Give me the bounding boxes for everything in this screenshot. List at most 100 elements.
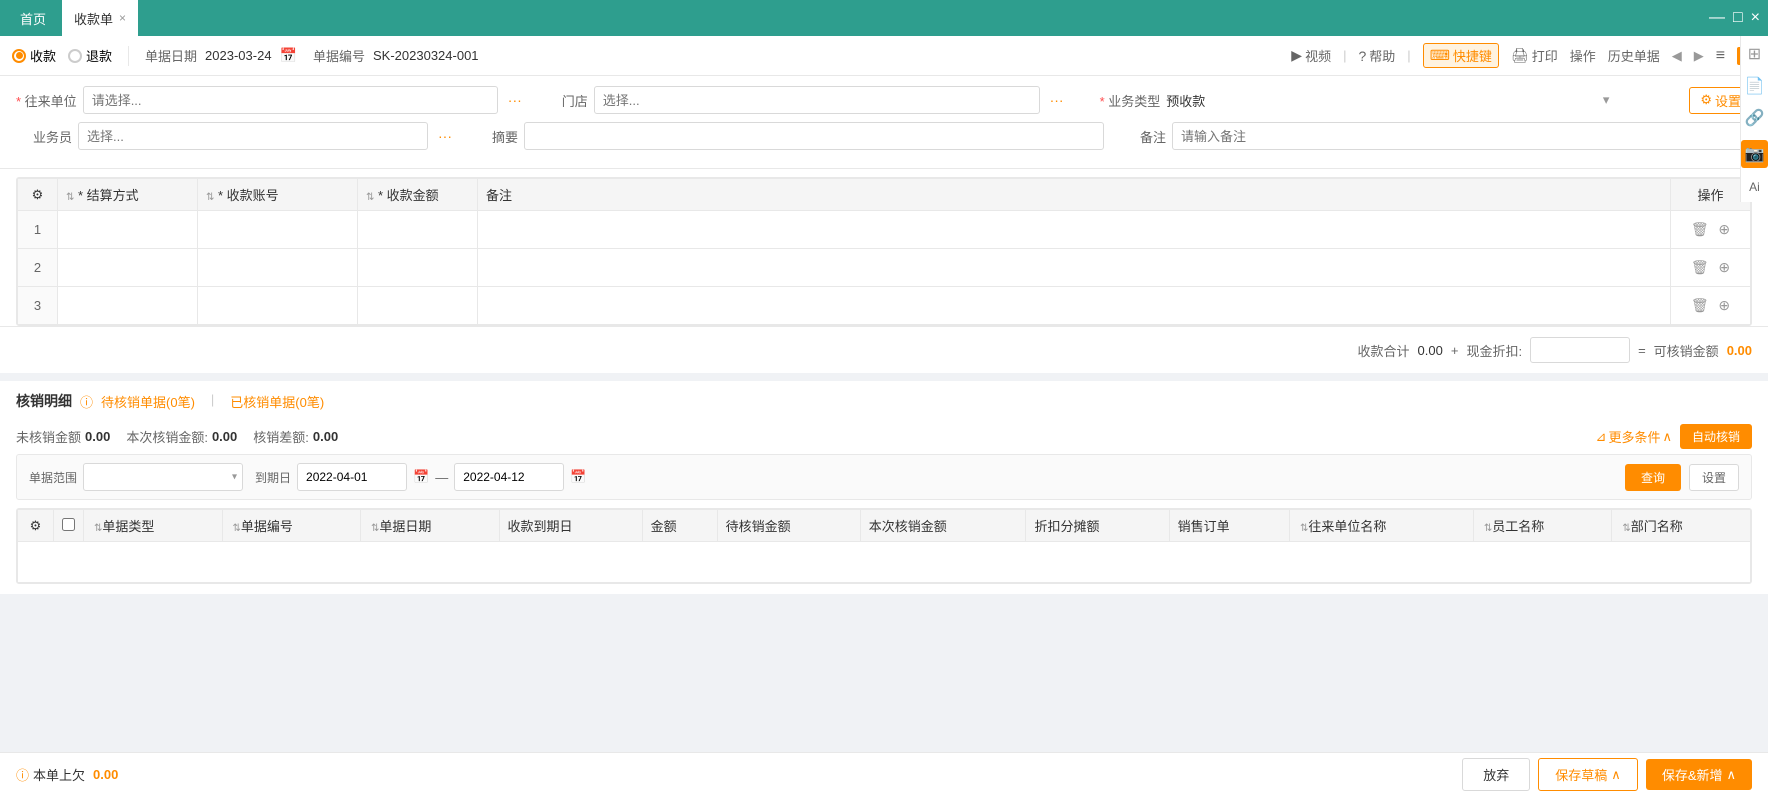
counterpart-input[interactable] — [83, 86, 498, 114]
amount-cell-2 — [358, 249, 478, 287]
amount-input-2[interactable] — [358, 249, 477, 286]
counterpart-more-btn[interactable]: ··· — [504, 92, 526, 108]
receipt-radio[interactable]: 收款 — [12, 46, 56, 65]
sidebar-link-icon[interactable]: 🔗 — [1745, 108, 1765, 128]
discount-input[interactable] — [1530, 337, 1630, 363]
help-btn[interactable]: ? 帮助 — [1358, 46, 1395, 65]
tab-home[interactable]: 首页 — [8, 0, 58, 36]
save-new-btn[interactable]: 保存&新增 ∧ — [1646, 759, 1752, 790]
note-input-1[interactable] — [478, 211, 1670, 248]
list-icon[interactable]: ≡ — [1716, 47, 1725, 65]
delete-row-2-icon[interactable]: 🗑 — [1691, 259, 1709, 275]
delete-row-1-icon[interactable]: 🗑 — [1691, 221, 1709, 237]
shortcut-icon: ⌨ — [1430, 47, 1450, 64]
dept-sort-icon: ⇅ — [1622, 523, 1630, 534]
done-tab[interactable]: 已核销单据(0笔) — [230, 392, 324, 411]
discard-btn[interactable]: 放弃 — [1462, 758, 1530, 791]
table-row: 2 🗑 ⊕ — [18, 249, 1751, 287]
discount-label: 现金折扣: — [1466, 341, 1522, 360]
note-cell-3 — [478, 287, 1671, 325]
draft-btn[interactable]: 保存草稿 ∧ — [1538, 758, 1638, 791]
writeoff-stats-row: 未核销金额 0.00 本次核销金额: 0.00 核销差额: 0.00 ⊿ 更多条… — [16, 419, 1752, 454]
print-icon: 🖨 — [1511, 47, 1529, 64]
query-btn[interactable]: 查询 — [1625, 464, 1681, 491]
number-value: SK-20230324-001 — [373, 48, 479, 63]
row-num-2: 2 — [18, 249, 58, 287]
delete-row-3-icon[interactable]: 🗑 — [1691, 297, 1709, 313]
due-date-start-input[interactable] — [297, 463, 407, 491]
summary-label: 摘要 — [488, 127, 518, 146]
end-date-calendar-icon[interactable]: 📅 — [570, 469, 586, 485]
unchecked-value: 0.00 — [85, 429, 110, 444]
history-btn[interactable]: 历史单据 — [1608, 46, 1660, 65]
close-icon[interactable]: × — [1751, 9, 1760, 27]
note-input-2[interactable] — [478, 249, 1670, 286]
start-date-calendar-icon[interactable]: 📅 — [413, 469, 429, 485]
business-type-dropdown[interactable]: ▾ — [1603, 92, 1610, 108]
salesperson-input[interactable] — [78, 122, 428, 150]
range-label: 单据范围 — [29, 469, 77, 486]
footer-left: ⓘ 本单上欠 0.00 — [16, 765, 118, 784]
table-settings-header[interactable]: ⚙ — [18, 179, 58, 211]
tab-close-icon[interactable]: × — [119, 11, 126, 25]
account-header: ⇅ * 收款账号 — [198, 179, 358, 211]
type-header: ⇅单据类型 — [84, 510, 223, 542]
tab-active[interactable]: 收款单 × — [62, 0, 138, 36]
prev-page-icon[interactable]: ◀ — [1672, 48, 1682, 64]
pending-tab[interactable]: 待核销单据(0笔) — [101, 392, 195, 411]
table-row: 3 🗑 ⊕ — [18, 287, 1751, 325]
account-input-1[interactable] — [198, 211, 357, 248]
operation-btn[interactable]: 操作 — [1570, 46, 1596, 65]
shortcut-btn[interactable]: ⌨ 快捷键 — [1423, 43, 1499, 68]
select-all-checkbox[interactable] — [62, 518, 75, 531]
next-page-icon[interactable]: ▶ — [1694, 48, 1704, 64]
maximize-icon[interactable]: □ — [1733, 9, 1743, 27]
form-row-2: 业务员 ··· 摘要 备注 — [16, 122, 1752, 150]
summary-input[interactable] — [524, 122, 1104, 150]
sidebar-camera-icon[interactable]: 📷 — [1741, 140, 1768, 168]
auto-writeoff-btn[interactable]: 自动核销 — [1680, 424, 1752, 449]
account-input-3[interactable] — [198, 287, 357, 324]
copy-row-3-icon[interactable]: ⊕ — [1718, 297, 1730, 313]
sidebar-table-icon[interactable]: ⊞ — [1748, 44, 1761, 64]
copy-row-2-icon[interactable]: ⊕ — [1718, 259, 1730, 275]
right-sidebar: ⊞ 📄 🔗 📷 Ai — [1740, 36, 1768, 202]
minimize-icon[interactable]: — — [1709, 9, 1725, 27]
settlement-input-1[interactable] — [58, 211, 197, 248]
writeoff-info-icon[interactable]: ⓘ — [80, 392, 93, 411]
copy-row-1-icon[interactable]: ⊕ — [1718, 221, 1730, 237]
amount-input-1[interactable] — [358, 211, 477, 248]
store-input[interactable] — [594, 86, 1040, 114]
gear-col-header[interactable]: ⚙ — [18, 510, 54, 542]
account-input-2[interactable] — [198, 249, 357, 286]
amount-input-3[interactable] — [358, 287, 477, 324]
plus-sign: + — [1451, 343, 1459, 358]
remark-input[interactable] — [1172, 122, 1752, 150]
gear-icon[interactable]: ⚙ — [30, 518, 42, 533]
due-date-end-input[interactable] — [454, 463, 564, 491]
print-btn[interactable]: 🖨 打印 — [1511, 46, 1558, 65]
table-settings-icon[interactable]: ⚙ — [32, 187, 44, 202]
doc-date-field: 单据日期 2023-03-24 📅 — [145, 46, 297, 65]
save-new-btn-label: 保存&新增 — [1662, 765, 1723, 784]
store-more-btn[interactable]: ··· — [1046, 92, 1068, 108]
amount-header: ⇅ * 收款金额 — [358, 179, 478, 211]
ai-text-label[interactable]: Ai — [1749, 180, 1760, 194]
date-label: 单据日期 — [145, 46, 197, 65]
setting-btn2[interactable]: 设置 — [1689, 464, 1739, 491]
salesperson-more-btn[interactable]: ··· — [434, 128, 456, 144]
due-date-label: 到期日 — [255, 469, 291, 486]
note-input-3[interactable] — [478, 287, 1670, 324]
checkbox-col-header[interactable] — [54, 510, 84, 542]
refund-radio[interactable]: 退款 — [68, 46, 112, 65]
save-new-arrow-icon: ∧ — [1726, 767, 1736, 783]
settlement-input-2[interactable] — [58, 249, 197, 286]
settlement-input-3[interactable] — [58, 287, 197, 324]
bottom-table: ⚙ ⇅单据类型 ⇅单据编号 ⇅单据日期 收款到期日 金额 待核销金额 本次核销金… — [16, 508, 1752, 584]
sidebar-doc-icon[interactable]: 📄 — [1745, 76, 1765, 96]
date-calendar-icon[interactable]: 📅 — [280, 47, 297, 64]
video-btn[interactable]: ▶ 视频 — [1291, 46, 1331, 65]
remark-field: 备注 — [1136, 122, 1752, 150]
range-select[interactable] — [83, 463, 243, 491]
more-conditions-btn[interactable]: ⊿ 更多条件 ∧ — [1596, 427, 1672, 446]
